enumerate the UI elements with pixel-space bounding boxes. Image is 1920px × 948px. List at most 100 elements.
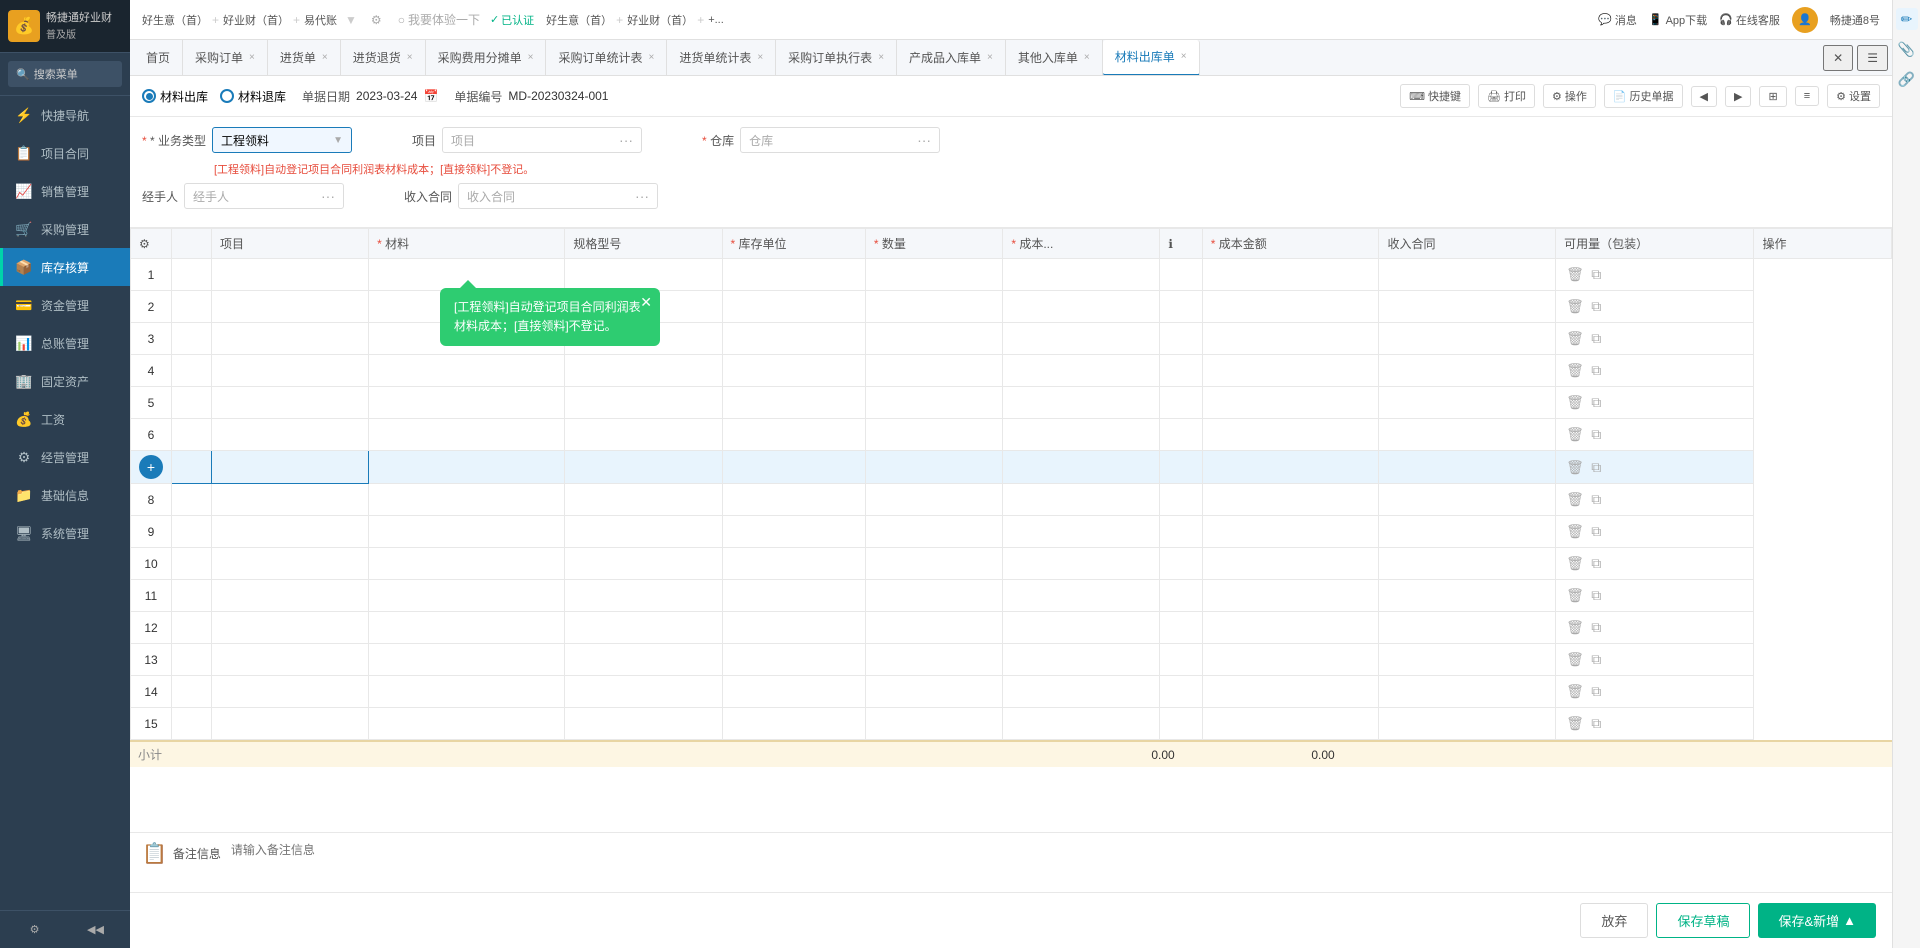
row-cost-cell[interactable] xyxy=(865,708,1002,740)
copy-row-button[interactable]: ⧉ xyxy=(1589,649,1603,670)
delete-row-button[interactable]: 🗑 xyxy=(1564,617,1586,638)
row-qty-cell[interactable] xyxy=(722,580,865,612)
row-project-cell[interactable] xyxy=(172,708,212,740)
row-cost-amount-cell[interactable] xyxy=(1160,355,1202,387)
tag-good-business-1[interactable]: 好生意（首） xyxy=(142,12,208,28)
message-button[interactable]: 💬 消息 xyxy=(1598,12,1637,28)
row-income-cell[interactable] xyxy=(1202,484,1379,516)
discard-button[interactable]: 放弃 xyxy=(1580,903,1648,938)
online-service-button[interactable]: 🎧 在线客服 xyxy=(1719,12,1780,28)
sidebar-item-system[interactable]: 🖥 系统管理 xyxy=(0,514,130,552)
row-cost-amount-cell[interactable] xyxy=(1160,676,1202,708)
tab-close-icon[interactable]: × xyxy=(249,52,255,63)
row-cost-cell[interactable] xyxy=(865,387,1002,419)
delete-row-button[interactable]: 🗑 xyxy=(1564,424,1586,445)
row-income-cell[interactable] xyxy=(1202,612,1379,644)
delete-row-button[interactable]: 🗑 xyxy=(1564,489,1586,510)
active-cell-5[interactable] xyxy=(722,451,865,484)
sidebar-item-sales[interactable]: 📈 销售管理 xyxy=(0,172,130,210)
row-income-cell[interactable] xyxy=(1202,644,1379,676)
row-spec-cell[interactable] xyxy=(369,708,565,740)
row-project-cell[interactable] xyxy=(172,419,212,451)
row-unit-cell[interactable] xyxy=(565,580,722,612)
row-cost-cell[interactable] xyxy=(865,355,1002,387)
row-income-cell[interactable] xyxy=(1202,676,1379,708)
row-material-cell[interactable] xyxy=(212,612,369,644)
row-qty-cell[interactable] xyxy=(722,516,865,548)
row-material-cell[interactable] xyxy=(212,291,369,323)
warehouse-select[interactable]: 仓库 ··· xyxy=(740,127,940,153)
tab-purchase-goods[interactable]: 进货单 × xyxy=(268,40,341,76)
row-income-cell[interactable] xyxy=(1202,355,1379,387)
row-spec-cell[interactable] xyxy=(369,612,565,644)
tab-purchase-expense[interactable]: 采购费用分摊单 × xyxy=(426,40,547,76)
tab-purchase-exec[interactable]: 采购订单执行表 × xyxy=(776,40,897,76)
tab-close-icon[interactable]: × xyxy=(1181,51,1187,62)
row-cost-amount-cell[interactable] xyxy=(1160,291,1202,323)
row-cost-amount-cell[interactable] xyxy=(1160,548,1202,580)
tab-close-icon[interactable]: × xyxy=(878,52,884,63)
user-avatar[interactable]: 👤 xyxy=(1792,7,1818,33)
tab-material-outbound[interactable]: 材料出库单 × xyxy=(1103,40,1200,76)
row-unit-cell[interactable] xyxy=(565,419,722,451)
collapse-button[interactable]: ◀◀ xyxy=(69,919,122,940)
operations-button[interactable]: ⚙ 操作 xyxy=(1543,84,1596,108)
row-project-cell[interactable] xyxy=(172,580,212,612)
row-cost-cell[interactable] xyxy=(865,676,1002,708)
copy-row-button[interactable]: ⧉ xyxy=(1589,457,1603,478)
prev-button[interactable]: ◀ xyxy=(1691,86,1717,107)
delete-row-button[interactable]: 🗑 xyxy=(1564,713,1586,734)
sidebar-item-finance[interactable]: 💳 资金管理 xyxy=(0,286,130,324)
copy-row-button[interactable]: ⧉ xyxy=(1589,617,1603,638)
row-cost-cell[interactable] xyxy=(865,612,1002,644)
row-project-cell[interactable] xyxy=(172,612,212,644)
sidebar-item-inventory[interactable]: 📦 库存核算 xyxy=(0,248,130,286)
delete-row-button[interactable]: 🗑 xyxy=(1564,457,1586,478)
delete-row-button[interactable]: 🗑 xyxy=(1564,585,1586,606)
copy-row-button[interactable]: ⧉ xyxy=(1589,713,1603,734)
calendar-icon[interactable]: 📅 xyxy=(423,89,438,103)
row-qty-cell[interactable] xyxy=(722,259,865,291)
row-cost-cell[interactable] xyxy=(865,484,1002,516)
tab-goods-stats[interactable]: 进货单统计表 × xyxy=(667,40,776,76)
row-project-cell[interactable] xyxy=(172,355,212,387)
row-project-cell[interactable] xyxy=(172,259,212,291)
app-download-button[interactable]: 📱 App下载 xyxy=(1649,12,1707,28)
row-material-cell[interactable] xyxy=(212,644,369,676)
delete-row-button[interactable]: 🗑 xyxy=(1564,681,1586,702)
row-material-cell[interactable] xyxy=(212,387,369,419)
tab-close-icon[interactable]: × xyxy=(987,52,993,63)
row-material-cell[interactable] xyxy=(212,580,369,612)
close-tab-button[interactable]: ✕ xyxy=(1823,45,1853,71)
delete-row-button[interactable]: 🗑 xyxy=(1564,553,1586,574)
row-cost-cell[interactable] xyxy=(865,259,1002,291)
right-sidebar-attach-icon[interactable]: 📎 xyxy=(1896,38,1918,60)
row-project-cell[interactable] xyxy=(172,548,212,580)
row-qty-cell[interactable] xyxy=(722,323,865,355)
row-material-cell[interactable] xyxy=(212,708,369,740)
row-cost-amount-cell[interactable] xyxy=(1160,387,1202,419)
delete-row-button[interactable]: 🗑 xyxy=(1564,360,1586,381)
row-cost-amount-cell[interactable] xyxy=(1160,644,1202,676)
row-project-cell[interactable] xyxy=(172,291,212,323)
row-cost-amount-cell[interactable] xyxy=(1160,484,1202,516)
search-menu-button[interactable]: 🔍 搜索菜单 xyxy=(8,61,122,87)
row-cost-amount-cell[interactable] xyxy=(1160,580,1202,612)
row-unit-cell[interactable] xyxy=(565,259,722,291)
row-spec-cell[interactable] xyxy=(369,484,565,516)
row-spec-cell[interactable] xyxy=(369,548,565,580)
tab-purchase-order-stats[interactable]: 采购订单统计表 × xyxy=(546,40,667,76)
row-project-cell[interactable] xyxy=(172,484,212,516)
row-project-cell[interactable] xyxy=(172,516,212,548)
tab-other-inbound[interactable]: 其他入库单 × xyxy=(1006,40,1103,76)
row-material-cell[interactable] xyxy=(212,676,369,708)
row-cost-amount-cell[interactable] xyxy=(1160,612,1202,644)
row-qty-cell[interactable] xyxy=(722,355,865,387)
tag-more[interactable]: +... xyxy=(708,14,724,26)
row-unit-cell[interactable] xyxy=(565,644,722,676)
row-qty-cell[interactable] xyxy=(722,419,865,451)
income-contract-select[interactable]: 收入合同 ··· xyxy=(458,183,658,209)
row-qty-cell[interactable] xyxy=(722,612,865,644)
radio-material-return[interactable]: 材料退库 xyxy=(220,88,286,105)
row-spec-cell[interactable] xyxy=(369,387,565,419)
